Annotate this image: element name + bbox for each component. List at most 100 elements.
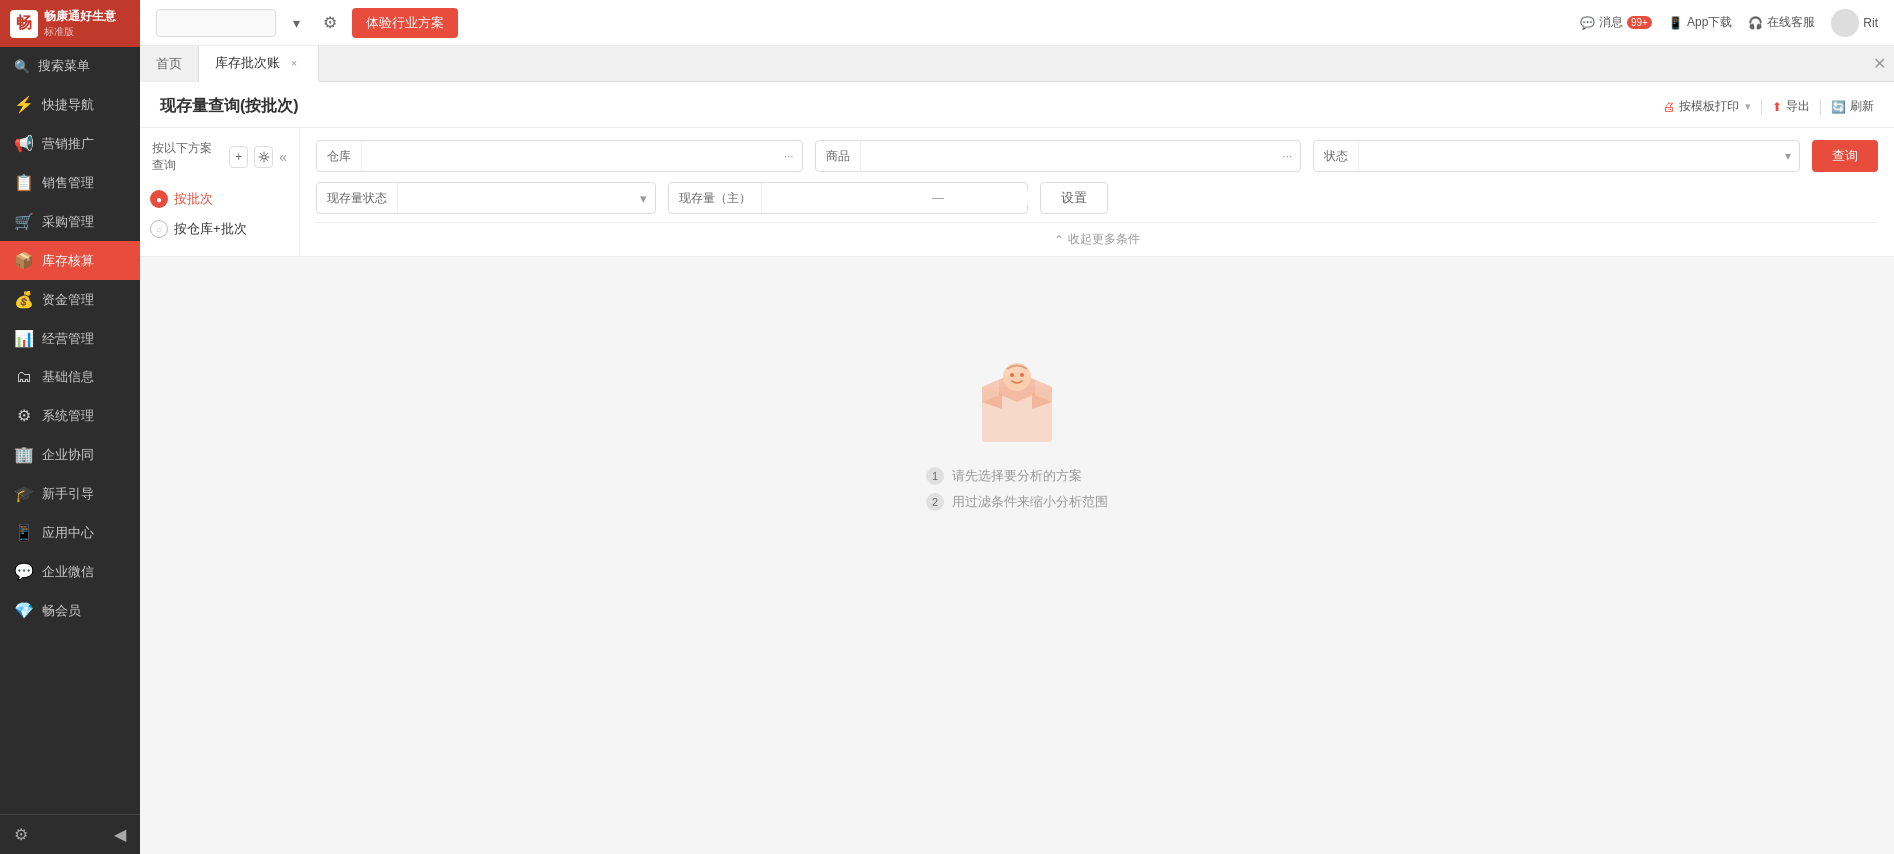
sidebar-item-wechat[interactable]: 💬 企业微信 [0,552,140,591]
scheme-inactive-icon: ○ [150,220,168,238]
topbar-search-input[interactable] [156,9,276,37]
sidebar-item-app[interactable]: 📱 应用中心 [0,513,140,552]
sidebar-item-inventory[interactable]: 📦 库存核算 [0,241,140,280]
sidebar-item-label: 企业协同 [42,446,94,464]
sidebar-logo: 畅 [10,10,38,38]
tabbar-right: ✕ [1873,54,1894,73]
empty-tip-1-text: 请先选择要分析的方案 [952,467,1082,485]
topbar-dropdown-btn[interactable]: ▾ [284,11,308,35]
sidebar-item-label: 库存核算 [42,252,94,270]
export-btn[interactable]: ⬆ 导出 [1772,98,1810,115]
phone-icon: 📱 [1668,16,1683,30]
scheme-item-warehouse-batch[interactable]: ○ 按仓库+批次 [144,216,299,242]
product-more-btn[interactable]: ··· [1274,149,1300,163]
svg-point-0 [262,155,266,159]
purchase-icon: 🛒 [14,212,34,231]
sidebar-item-basic[interactable]: 🗂 基础信息 [0,358,140,396]
sidebar-item-marketing[interactable]: 📢 营销推广 [0,124,140,163]
query-btn[interactable]: 查询 [1812,140,1878,172]
status-input[interactable] [1359,149,1777,163]
collapse-scheme-btn[interactable]: « [279,149,287,165]
collapse-more-label: 收起更多条件 [1068,231,1140,248]
sidebar-item-quick-nav[interactable]: ⚡ 快捷导航 [0,85,140,124]
user-avatar-item[interactable]: Rit [1831,9,1878,37]
divider [1761,99,1762,115]
messages-item[interactable]: 💬 消息 99+ [1580,14,1652,31]
tab-inventory-batch-label: 库存批次账 [215,54,280,72]
collapse-up-icon: ⌃ [1054,233,1064,247]
sidebar-item-label: 资金管理 [42,291,94,309]
collapse-sidebar-icon[interactable]: ◀ [114,825,126,844]
sidebar-item-label: 营销推广 [42,135,94,153]
tip-num-1: 1 [926,467,944,485]
sidebar-footer: ⚙ ◀ [0,814,140,854]
topbar: ▾ ⚙ 体验行业方案 💬 消息 99+ 📱 App下载 🎧 在线客服 Rit [140,0,1894,46]
warehouse-more-btn[interactable]: ··· [776,149,802,163]
sidebar-item-label: 系统管理 [42,407,94,425]
inventory-main-label: 现存量（主） [669,183,762,213]
scheme-settings-btn[interactable] [254,146,273,168]
warehouse-input[interactable] [362,149,776,163]
scheme-panel-header: 按以下方案查询 + « [140,140,299,182]
sidebar-item-operations[interactable]: 📊 经营管理 [0,319,140,358]
enterprise-icon: 🏢 [14,445,34,464]
sidebar-item-purchase[interactable]: 🛒 采购管理 [0,202,140,241]
sidebar-item-system[interactable]: ⚙ 系统管理 [0,396,140,435]
warehouse-filter: 仓库 ··· [316,140,803,172]
online-service-item[interactable]: 🎧 在线客服 [1748,14,1815,31]
sidebar-scroll: 🔍 搜索菜单 ⚡ 快捷导航 📢 营销推广 📋 销售管理 🛒 采购管理 📦 库存核… [0,47,140,814]
print-btn[interactable]: 🖨 按模板打印 ▾ [1663,98,1751,115]
export-btn-label: 导出 [1786,98,1810,115]
inventory-main-from[interactable] [762,191,924,205]
sidebar-item-sales[interactable]: 📋 销售管理 [0,163,140,202]
page-close-btn[interactable]: ✕ [1873,54,1886,73]
tab-home-label: 首页 [156,55,182,73]
settings-icon[interactable]: ⚙ [14,825,28,844]
headset-icon: 🎧 [1748,16,1763,30]
print-dropdown-icon[interactable]: ▾ [1745,100,1751,113]
user-name: Rit [1863,16,1878,30]
sidebar-header[interactable]: 畅 畅康通好生意 标准版 [0,0,140,47]
trial-btn[interactable]: 体验行业方案 [352,8,458,38]
scheme-item-batch[interactable]: ● 按批次 [144,186,299,212]
status-dropdown-icon[interactable]: ▾ [1777,149,1799,163]
page-title: 现存量查询(按批次) [160,96,299,117]
app-download-item[interactable]: 📱 App下载 [1668,14,1732,31]
topbar-gear-btn[interactable]: ⚙ [316,9,344,37]
sidebar-item-label: 经营管理 [42,330,94,348]
sidebar-title-area: 畅康通好生意 标准版 [44,8,116,39]
svg-point-9 [1020,373,1024,377]
print-btn-label: 按模板打印 [1679,98,1739,115]
tab-close-icon[interactable]: × [286,55,302,71]
system-icon: ⚙ [14,406,34,425]
empty-tip-2-text: 用过滤条件来缩小分析范围 [952,493,1108,511]
sidebar-item-search[interactable]: 🔍 搜索菜单 [0,47,140,85]
tab-inventory-batch[interactable]: 库存批次账 × [199,46,319,82]
add-scheme-btn[interactable]: + [229,146,248,168]
filter-fields: 仓库 ··· 商品 ··· 状态 ▾ [300,128,1894,256]
page-actions: 🖨 按模板打印 ▾ ⬆ 导出 🔄 刷新 [1663,98,1874,115]
product-input[interactable] [861,149,1275,163]
inventory-icon: 📦 [14,251,34,270]
product-label: 商品 [816,141,861,171]
refresh-btn[interactable]: 🔄 刷新 [1831,98,1874,115]
sales-icon: 📋 [14,173,34,192]
scheme-batch-label: 按批次 [174,190,213,208]
empty-visual [957,337,1077,447]
scheme-active-icon: ● [150,190,168,208]
sidebar-edition: 标准版 [44,25,116,39]
settings-btn[interactable]: 设置 [1040,182,1108,214]
sidebar-item-vip[interactable]: 💎 畅会员 [0,591,140,630]
sidebar-item-newbie[interactable]: 🎓 新手引导 [0,474,140,513]
online-service-label: 在线客服 [1767,14,1815,31]
sidebar-item-label: 畅会员 [42,602,81,620]
sidebar-item-label: 快捷导航 [42,96,94,114]
scheme-panel: 按以下方案查询 + « ● 按批次 [140,128,300,256]
messages-badge: 99+ [1627,16,1652,29]
tab-home[interactable]: 首页 [140,46,199,82]
inventory-status-arrow[interactable]: ▾ [632,191,655,206]
collapse-more-btn[interactable]: ⌃ 收起更多条件 [316,222,1878,256]
sidebar-item-enterprise[interactable]: 🏢 企业协同 [0,435,140,474]
operations-icon: 📊 [14,329,34,348]
sidebar-item-finance[interactable]: 💰 资金管理 [0,280,140,319]
